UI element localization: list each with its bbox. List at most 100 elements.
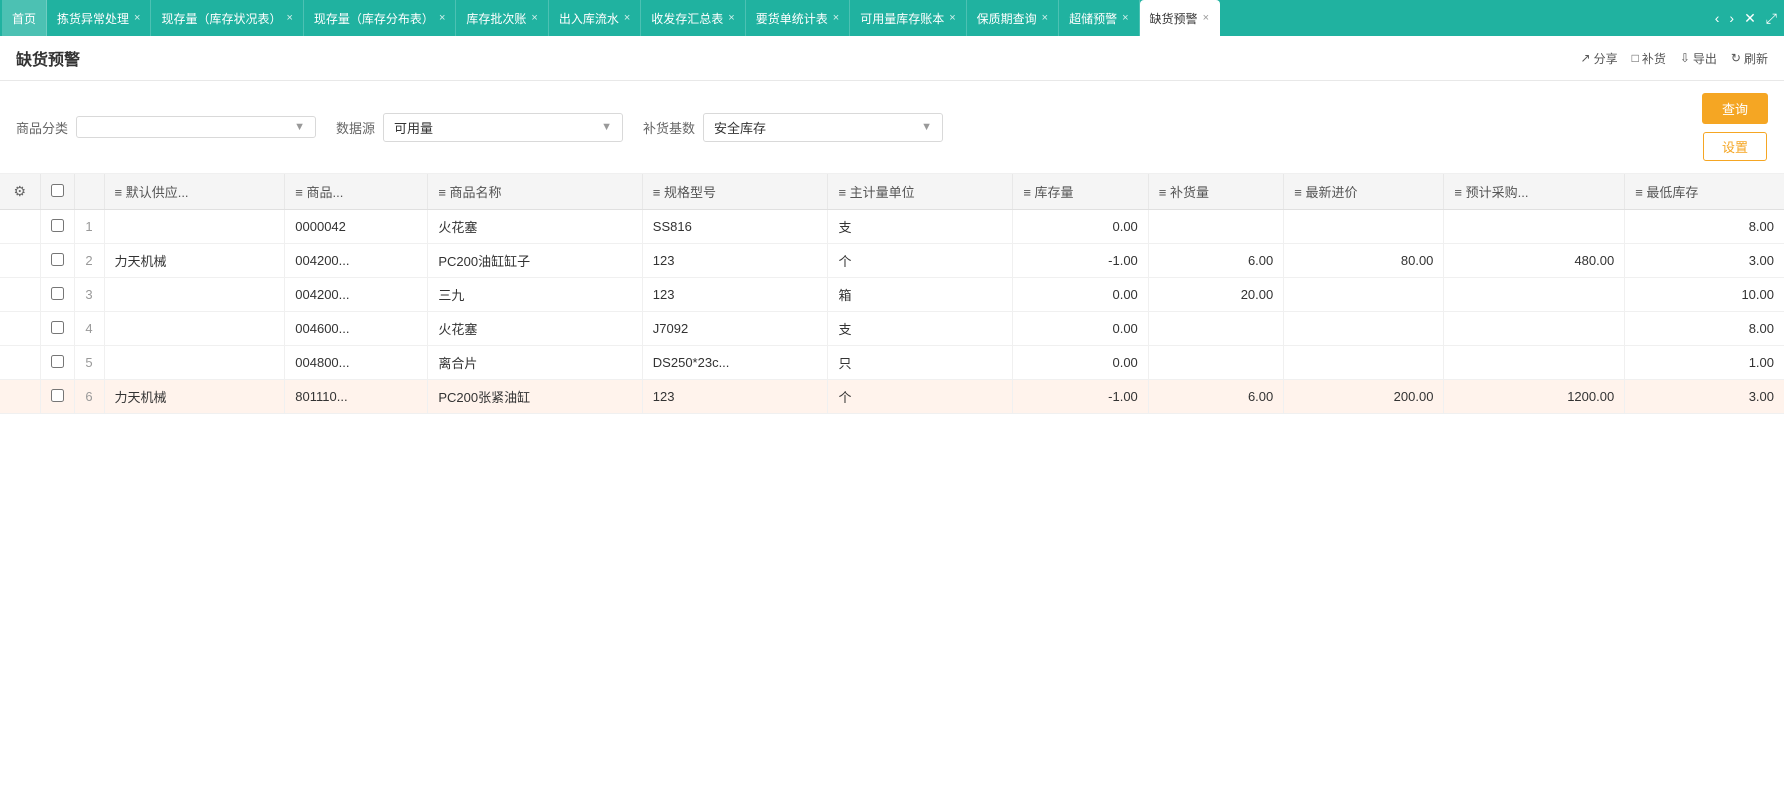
row-est-purchase [1444, 278, 1625, 312]
row-checkbox-3[interactable] [51, 321, 64, 334]
row-checkbox-5[interactable] [51, 389, 64, 402]
row-supplier: 力天机械 [104, 244, 285, 278]
tab-exception-close[interactable]: × [134, 12, 140, 24]
row-supplier [104, 346, 285, 380]
row-unit: 只 [828, 346, 1013, 380]
row-product-code: 004200... [285, 244, 428, 278]
tab-prev-btn[interactable]: ‹ [1710, 0, 1725, 36]
tab-inventory-dist-close[interactable]: × [439, 12, 445, 24]
col-est-purchase-filter-icon: ≡ [1454, 185, 1465, 200]
tab-collect-summary-close[interactable]: × [728, 12, 734, 24]
row-replenish [1148, 346, 1283, 380]
share-icon: ↗ [1581, 51, 1591, 65]
row-unit: 支 [828, 210, 1013, 244]
tab-inout-flow-close[interactable]: × [624, 12, 630, 24]
tab-inventory-status-close[interactable]: × [286, 12, 292, 24]
row-latest-price: 80.00 [1284, 244, 1444, 278]
tab-inventory-status[interactable]: 现存量（库存状况表） × [151, 0, 303, 36]
row-product-name: PC200油缸缸子 [428, 244, 642, 278]
col-row-num [74, 174, 104, 210]
table-row: 6 力天机械 801110... PC200张紧油缸 123 个 -1.00 6… [0, 380, 1784, 414]
row-product-name: PC200张紧油缸 [428, 380, 642, 414]
row-spec: 123 [642, 278, 828, 312]
row-spec: 123 [642, 380, 828, 414]
row-min-stock: 8.00 [1625, 210, 1784, 244]
row-spec: 123 [642, 244, 828, 278]
col-product-name: ≡ 商品名称 [428, 174, 642, 210]
row-replenish [1148, 210, 1283, 244]
col-unit-filter-icon: ≡ [838, 185, 849, 200]
datasource-label: 数据源 [336, 118, 375, 137]
row-replenish: 20.00 [1148, 278, 1283, 312]
category-arrow-icon: ▼ [294, 121, 305, 133]
tab-bar: 首页 拣货异常处理 × 现存量（库存状况表） × 现存量（库存分布表） × 库存… [0, 0, 1784, 36]
replenish-select[interactable]: 安全库存 ▼ [703, 113, 943, 142]
col-spec: ≡ 规格型号 [642, 174, 828, 210]
row-product-name: 火花塞 [428, 312, 642, 346]
tab-inout-flow[interactable]: 出入库流水 × [549, 0, 641, 36]
row-spec: SS816 [642, 210, 828, 244]
row-check-cell [40, 346, 74, 380]
row-supplier: 力天机械 [104, 380, 285, 414]
row-est-purchase [1444, 312, 1625, 346]
category-select[interactable]: ▼ [76, 116, 316, 138]
replenish-icon: □ [1632, 51, 1639, 65]
tab-overstock[interactable]: 超储预警 × [1059, 0, 1139, 36]
share-btn[interactable]: ↗ 分享 [1581, 50, 1618, 67]
main-content: 缺货预警 ↗ 分享 □ 补货 ⇩ 导出 ↻ 刷新 商品分类 [0, 36, 1784, 796]
filter-area: 商品分类 ▼ 数据源 可用量 ▼ 补货基数 安全库存 ▼ 查询 设置 [0, 81, 1784, 174]
tab-expiry-close[interactable]: × [1042, 12, 1048, 24]
tab-exception[interactable]: 拣货异常处理 × [47, 0, 151, 36]
row-number: 6 [74, 380, 104, 414]
tab-batch-close[interactable]: × [531, 12, 537, 24]
setting-btn[interactable]: 设置 [1703, 132, 1767, 161]
replenish-arrow-icon: ▼ [921, 121, 932, 133]
tab-available-ledger[interactable]: 可用量库存账本 × [850, 0, 966, 36]
tab-collect-summary[interactable]: 收发存汇总表 × [641, 0, 745, 36]
row-min-stock: 10.00 [1625, 278, 1784, 312]
row-checkbox-2[interactable] [51, 287, 64, 300]
row-product-name: 离合片 [428, 346, 642, 380]
tab-inventory-dist[interactable]: 现存量（库存分布表） × [304, 0, 456, 36]
query-btn[interactable]: 查询 [1702, 93, 1768, 124]
row-unit: 箱 [828, 278, 1013, 312]
replenish-btn[interactable]: □ 补货 [1632, 50, 1666, 67]
table-header-row: ⚙ ≡ 默认供应... ≡ 商品... ≡ [0, 174, 1784, 210]
col-supplier-filter-icon: ≡ [115, 185, 126, 200]
row-gear-cell [0, 278, 40, 312]
refresh-btn[interactable]: ↻ 刷新 [1731, 50, 1768, 67]
tab-expand-btn[interactable]: ⤢ [1761, 0, 1782, 36]
page-header: 缺货预警 ↗ 分享 □ 补货 ⇩ 导出 ↻ 刷新 [0, 36, 1784, 81]
replenish-filter-group: 补货基数 安全库存 ▼ [643, 113, 943, 142]
tab-shortage[interactable]: 缺货预警 × [1140, 0, 1220, 36]
col-min-stock-filter-icon: ≡ [1635, 185, 1646, 200]
export-icon: ⇩ [1680, 51, 1690, 65]
tab-available-ledger-close[interactable]: × [949, 12, 955, 24]
tab-home[interactable]: 首页 [2, 0, 47, 36]
tab-order-stat[interactable]: 要货单统计表 × [746, 0, 850, 36]
col-stock: ≡ 库存量 [1013, 174, 1148, 210]
select-all-checkbox[interactable] [51, 184, 64, 197]
tab-batch[interactable]: 库存批次账 × [456, 0, 548, 36]
col-check [40, 174, 74, 210]
row-latest-price [1284, 312, 1444, 346]
tab-overstock-close[interactable]: × [1122, 12, 1128, 24]
row-checkbox-0[interactable] [51, 219, 64, 232]
table-row: 1 0000042 火花塞 SS816 支 0.00 8.00 [0, 210, 1784, 244]
col-spec-filter-icon: ≡ [653, 185, 664, 200]
row-checkbox-1[interactable] [51, 253, 64, 266]
gear-button[interactable]: ⚙ [13, 183, 26, 200]
tab-shortage-close[interactable]: × [1203, 12, 1209, 24]
tab-expiry[interactable]: 保质期查询 × [967, 0, 1059, 36]
tab-nav-controls: ‹ › ✕ ⤢ [1710, 0, 1782, 36]
tab-next-btn[interactable]: › [1724, 0, 1739, 36]
tab-close-all-btn[interactable]: ✕ [1739, 0, 1761, 36]
datasource-select[interactable]: 可用量 ▼ [383, 113, 623, 142]
tab-order-stat-close[interactable]: × [833, 12, 839, 24]
row-number: 1 [74, 210, 104, 244]
row-checkbox-4[interactable] [51, 355, 64, 368]
row-number: 4 [74, 312, 104, 346]
table-row: 5 004800... 离合片 DS250*23c... 只 0.00 1.00 [0, 346, 1784, 380]
row-latest-price [1284, 346, 1444, 380]
export-btn[interactable]: ⇩ 导出 [1680, 50, 1717, 67]
